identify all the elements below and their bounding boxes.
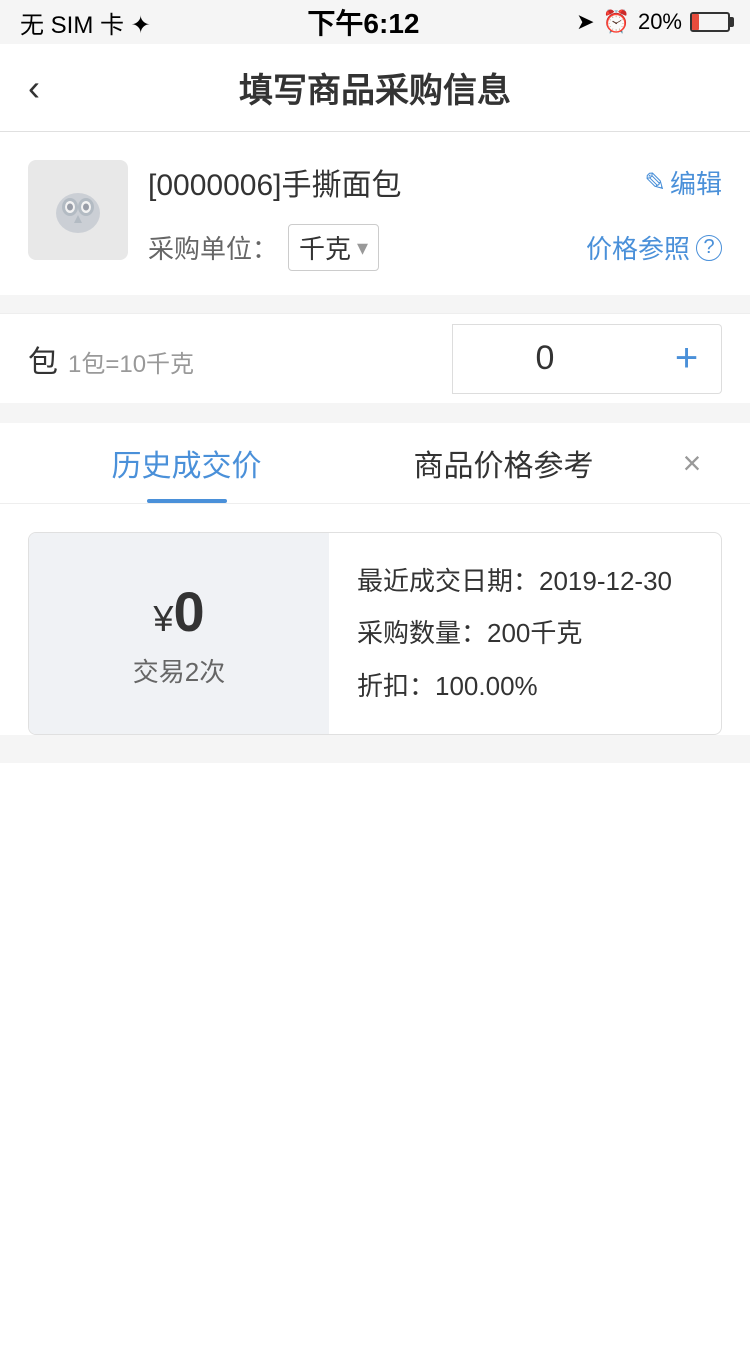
quantity-control: + [452,324,722,394]
battery-percent: 20% [638,9,682,35]
quantity-plus-button[interactable]: + [652,324,722,394]
product-unit-row: 采购单位： 千克 ▾ 价格参照 ? [148,224,722,271]
price-ref-button[interactable]: 价格参照 ? [586,229,722,266]
history-details-panel: 最近成交日期：2019-12-30 采购数量：200千克 折扣：100.00% [329,533,721,734]
product-card: [0000006]手撕面包 ✎ 编辑 采购单位： 千克 ▾ 价格参照 ? [0,132,750,295]
alarm-icon: ⏰ [603,9,630,35]
history-discount-row: 折扣：100.00% [357,668,693,704]
product-thumbnail [28,160,128,260]
discount-label: 折扣： [357,671,435,701]
status-left: 无 SIM 卡 ✦ [20,5,151,40]
date-label: 最近成交日期： [357,566,539,596]
quantity-row: 包 1包=10千克 + [0,313,750,403]
nav-bar: ‹ 填写商品采购信息 [0,44,750,132]
price-ref-label: 价格参照 [586,229,690,266]
sim-text: 无 SIM 卡 ✦ [20,5,151,40]
battery-indicator [690,12,730,32]
history-date-row: 最近成交日期：2019-12-30 [357,563,693,599]
edit-button[interactable]: ✎ 编辑 [644,164,722,201]
history-trades-count: 交易2次 [133,652,225,689]
section-separator [0,295,750,311]
yen-symbol: ¥ [153,598,173,639]
history-price-value: ¥0 [153,579,204,644]
discount-value: 100.00% [435,671,538,701]
unit-label: 采购单位： [148,229,278,266]
product-info: [0000006]手撕面包 ✎ 编辑 采购单位： 千克 ▾ 价格参照 ? [148,160,722,271]
unit-select[interactable]: 千克 ▾ [288,224,379,271]
location-icon: ➤ [576,9,594,35]
status-bar: 无 SIM 卡 ✦ 下午6:12 ➤ ⏰ 20% [0,0,750,44]
tab-price-reference[interactable]: 商品价格参考 [345,423,662,503]
quantity-input[interactable] [452,324,652,394]
back-button[interactable]: ‹ [28,67,40,109]
chevron-down-icon: ▾ [357,235,368,261]
help-icon: ? [696,235,722,261]
qty-value: 200千克 [487,618,582,648]
product-logo-icon [43,175,113,245]
history-card: ¥0 交易2次 最近成交日期：2019-12-30 采购数量：200千克 折扣：… [28,532,722,735]
quantity-unit: 包 [28,337,58,381]
unit-value: 千克 [299,229,351,266]
quantity-label-group: 包 1包=10千克 [28,337,194,381]
tabs-header: 历史成交价 商品价格参考 × [0,423,750,504]
tab-price-ref-label: 商品价格参考 [414,441,594,485]
tabs-close-button[interactable]: × [662,423,722,503]
bottom-area [0,763,750,1363]
history-quantity-row: 采购数量：200千克 [357,615,693,651]
page-title: 填写商品采购信息 [239,63,511,112]
edit-label: 编辑 [670,164,722,201]
product-name: [0000006]手撕面包 [148,160,401,204]
tab-history-label: 历史成交价 [112,441,262,485]
edit-icon: ✎ [644,167,666,198]
tab-history-price[interactable]: 历史成交价 [28,423,345,503]
quantity-sub-label: 1包=10千克 [68,344,194,379]
status-right: ➤ ⏰ 20% [576,9,730,35]
product-header: [0000006]手撕面包 ✎ 编辑 [148,160,722,204]
date-value: 2019-12-30 [539,566,672,596]
tabs-section: 历史成交价 商品价格参考 × ¥0 交易2次 最近成交日期：2019-12-30… [0,423,750,735]
qty-label: 采购数量： [357,618,487,648]
status-time: 下午6:12 [307,2,419,42]
history-price-panel: ¥0 交易2次 [29,533,329,734]
